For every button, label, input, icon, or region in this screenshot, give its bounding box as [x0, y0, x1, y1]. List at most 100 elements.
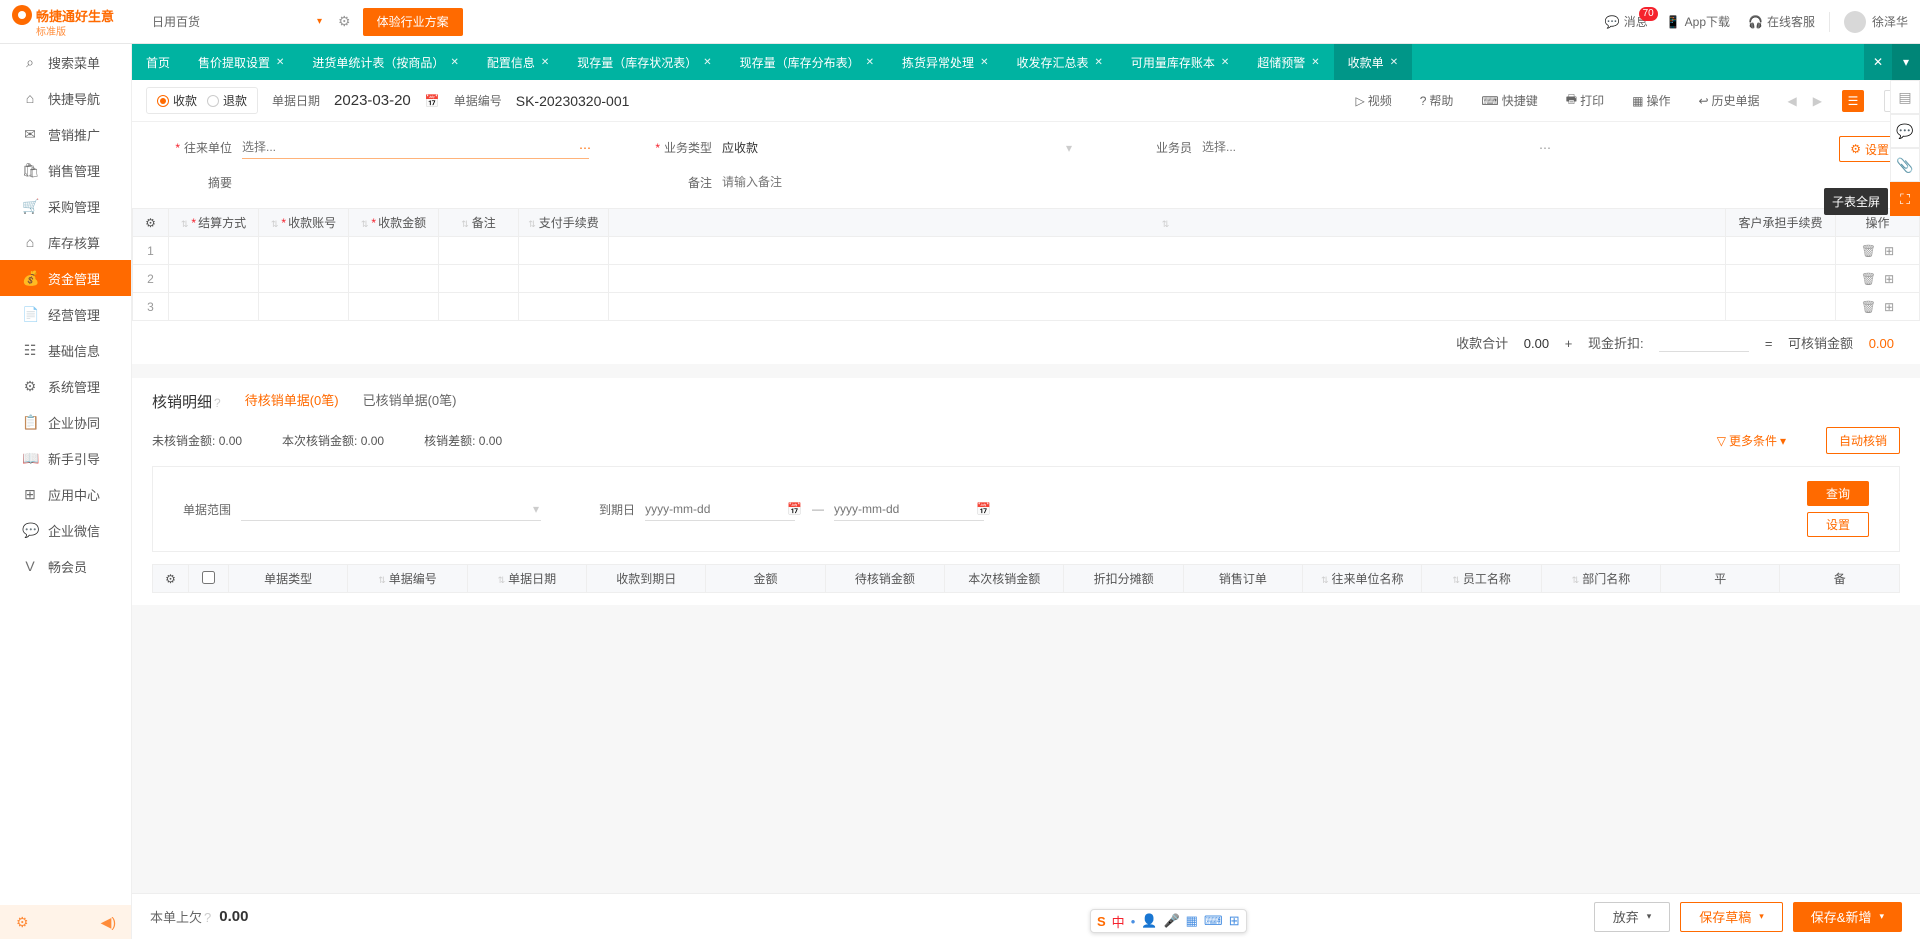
sidebar-item-库存核算[interactable]: ⌂库存核算 [0, 224, 131, 260]
sidebar-item-企业微信[interactable]: 💬企业微信 [0, 512, 131, 548]
date-to-input[interactable] [834, 498, 984, 521]
chevron-down-icon[interactable]: ▾ [533, 502, 539, 516]
partner-input[interactable] [242, 136, 589, 159]
search-button[interactable]: 查询 [1807, 481, 1869, 506]
message-link[interactable]: 💬 消息 70 [1605, 13, 1648, 30]
range-select[interactable] [241, 498, 541, 521]
cell-fee[interactable] [519, 237, 609, 265]
radio-refund[interactable]: 退款 [207, 92, 247, 109]
cell-custfee[interactable] [1726, 237, 1836, 265]
tab-现存量（库存分布表）[interactable]: 现存量（库存分布表）✕ [726, 44, 888, 80]
col-3[interactable]: 收款到期日 [587, 565, 706, 593]
sidebar-item-基础信息[interactable]: ☷基础信息 [0, 332, 131, 368]
cell-custfee[interactable] [1726, 265, 1836, 293]
more-icon[interactable]: ⋯ [1539, 141, 1552, 155]
col-8[interactable]: 销售订单 [1183, 565, 1302, 593]
filter-settings-button[interactable]: 设置 [1807, 512, 1869, 537]
close-icon[interactable]: ✕ [450, 57, 458, 68]
tab-超储预警[interactable]: 超储预警✕ [1243, 44, 1333, 80]
tab-首页[interactable]: 首页 [132, 44, 184, 80]
col-9[interactable]: ⇅往来单位名称 [1303, 565, 1422, 593]
experience-button[interactable]: 体验行业方案 [363, 8, 463, 36]
close-icon[interactable]: ✕ [1094, 57, 1102, 68]
clerk-input[interactable] [1202, 136, 1549, 159]
sidebar-item-企业协同[interactable]: 📋企业协同 [0, 404, 131, 440]
col-settle-method[interactable]: ⇅结算方式 [169, 209, 259, 237]
save-new-button[interactable]: 保存&新增▾ [1793, 902, 1902, 932]
date-from-input[interactable] [645, 498, 795, 521]
subtab-done[interactable]: 已核销单据(0笔) [363, 390, 457, 413]
view-list-icon[interactable]: ☰ [1842, 90, 1864, 112]
select-all[interactable] [189, 565, 229, 593]
gear-icon[interactable]: ⚙ [338, 13, 351, 30]
cell-fee[interactable] [519, 265, 609, 293]
collapse-icon[interactable]: ◀) [101, 914, 116, 931]
sidebar-item-畅会员[interactable]: V畅会员 [0, 548, 131, 584]
tab-拣货异常处理[interactable]: 拣货异常处理✕ [888, 44, 1002, 80]
column-settings[interactable]: ⚙ [133, 209, 169, 237]
tab-close-all[interactable]: ✕ [1864, 44, 1892, 80]
operate-link[interactable]: ▦操作 [1632, 92, 1670, 109]
close-icon[interactable]: ✕ [980, 57, 988, 68]
cell-remark[interactable] [439, 237, 519, 265]
tab-收发存汇总表[interactable]: 收发存汇总表✕ [1002, 44, 1116, 80]
subtab-pending[interactable]: 待核销单据(0笔) [245, 390, 339, 413]
cell-account[interactable] [259, 265, 349, 293]
cell-settle[interactable] [169, 265, 259, 293]
rail-note-icon[interactable]: ▤ [1890, 80, 1920, 114]
cell-amount[interactable] [349, 293, 439, 321]
close-icon[interactable]: ✕ [1221, 57, 1229, 68]
col-7[interactable]: 折扣分摊额 [1064, 565, 1183, 593]
rail-fullscreen-icon[interactable]: ⛶ [1890, 182, 1920, 216]
close-icon[interactable]: ✕ [1390, 57, 1398, 68]
sidebar-item-资金管理[interactable]: 💰资金管理 [0, 260, 131, 296]
col-11[interactable]: ⇅部门名称 [1541, 565, 1660, 593]
more-filter-link[interactable]: ▽更多条件▾ [1717, 432, 1786, 449]
remark-input[interactable] [722, 171, 1072, 194]
category-dropdown[interactable]: 日用百货 ▾ [142, 8, 332, 36]
col-1[interactable]: ⇅单据编号 [348, 565, 467, 593]
tab-收款单[interactable]: 收款单✕ [1334, 44, 1412, 80]
calendar-icon[interactable]: 📅 [976, 502, 991, 516]
tab-配置信息[interactable]: 配置信息✕ [473, 44, 563, 80]
rail-attach-icon[interactable]: 📎 [1890, 148, 1920, 182]
col-fee[interactable]: ⇅支付手续费 [519, 209, 609, 237]
auto-writeoff-button[interactable]: 自动核销 [1826, 427, 1900, 454]
chevron-down-icon[interactable]: ▾ [1066, 141, 1072, 155]
col-6[interactable]: 本次核销金额 [945, 565, 1064, 593]
tab-可用量库存账本[interactable]: 可用量库存账本✕ [1117, 44, 1243, 80]
col-remark[interactable]: ⇅备注 [439, 209, 519, 237]
column-settings[interactable]: ⚙ [153, 565, 189, 593]
history-link[interactable]: ↩历史单据 [1698, 92, 1759, 109]
cell-amount[interactable] [349, 265, 439, 293]
col-4[interactable]: 金额 [706, 565, 825, 593]
close-icon[interactable]: ✕ [276, 57, 284, 68]
gear-icon[interactable]: ⚙ [16, 914, 29, 931]
col-0[interactable]: 单据类型 [229, 565, 348, 593]
col-10[interactable]: ⇅员工名称 [1422, 565, 1541, 593]
sidebar-item-营销推广[interactable]: ✉营销推广 [0, 116, 131, 152]
sidebar-item-采购管理[interactable]: 🛒采购管理 [0, 188, 131, 224]
col-2[interactable]: ⇅单据日期 [467, 565, 586, 593]
help-link[interactable]: ?帮助 [1420, 92, 1454, 109]
cancel-button[interactable]: 放弃▾ [1594, 902, 1671, 932]
tab-现存量（库存状况表）[interactable]: 现存量（库存状况表）✕ [563, 44, 725, 80]
shortcut-link[interactable]: ⌨快捷键 [1481, 92, 1537, 109]
cell-remark[interactable] [439, 293, 519, 321]
sidebar-item-搜索菜单[interactable]: ⌕搜索菜单 [0, 44, 131, 80]
prev-doc[interactable]: ◀ [1788, 94, 1797, 108]
rail-comment-icon[interactable]: 💬 [1890, 114, 1920, 148]
cell-account[interactable] [259, 293, 349, 321]
cell-remark[interactable] [439, 265, 519, 293]
tab-售价提取设置[interactable]: 售价提取设置✕ [184, 44, 298, 80]
help-icon[interactable]: ? [204, 910, 211, 925]
cell-amount[interactable] [349, 237, 439, 265]
calendar-icon[interactable]: 📅 [425, 94, 440, 108]
avatar[interactable] [1844, 11, 1866, 33]
col-5[interactable]: 待核销金额 [825, 565, 944, 593]
tab-进货单统计表（按商品）[interactable]: 进货单统计表（按商品）✕ [298, 44, 472, 80]
close-icon[interactable]: ✕ [866, 57, 874, 68]
copy-icon[interactable]: ⊞ [1884, 300, 1894, 314]
calendar-icon[interactable]: 📅 [787, 502, 802, 516]
more-icon[interactable]: ⋯ [579, 141, 592, 155]
